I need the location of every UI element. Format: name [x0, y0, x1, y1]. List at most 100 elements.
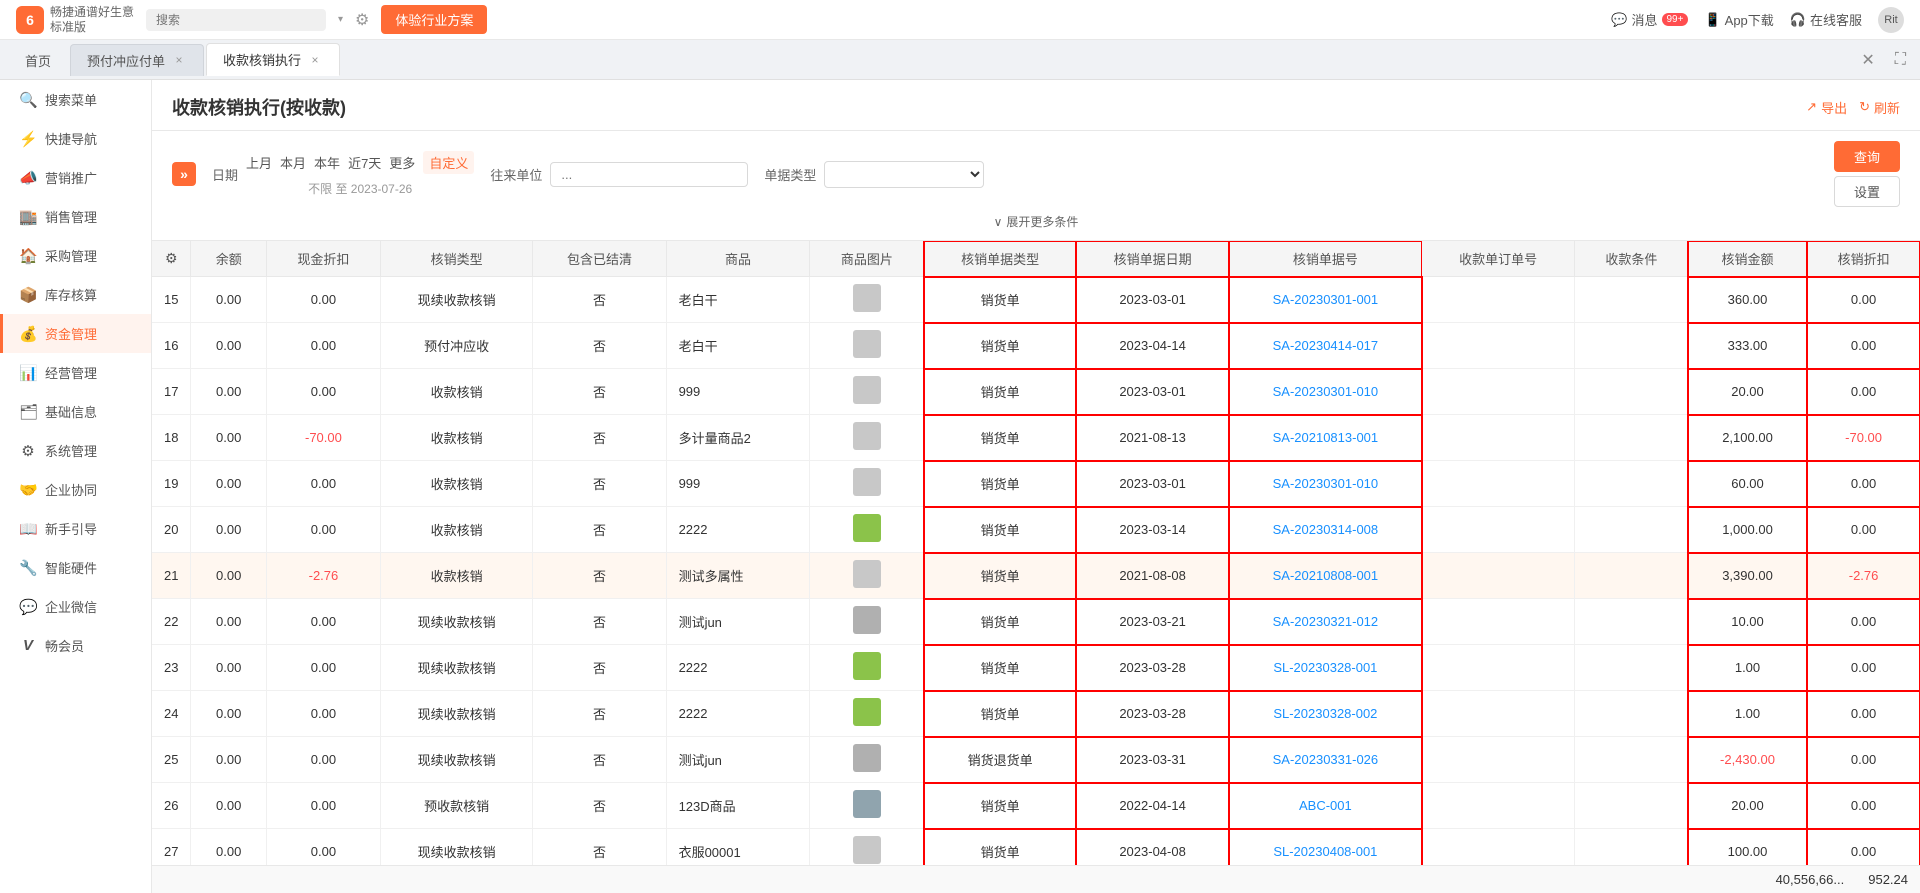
td-cancel-date: 2023-03-21	[1076, 599, 1228, 645]
td-cancel-no[interactable]: ABC-001	[1229, 783, 1422, 829]
tab-prepay[interactable]: 预付冲应付单 ×	[70, 44, 204, 76]
tab-close-all-button[interactable]: ✕	[1855, 48, 1880, 72]
td-cancel-date: 2023-04-14	[1076, 323, 1228, 369]
sidebar-item-system[interactable]: ⚙ 系统管理	[0, 431, 151, 470]
sidebar-item-quick-nav[interactable]: ⚡ 快捷导航	[0, 119, 151, 158]
sidebar-item-wechat[interactable]: 💬 企业微信	[0, 587, 151, 626]
td-cancel-no[interactable]: SA-20230414-017	[1229, 323, 1422, 369]
cancel-no-link[interactable]: SA-20230321-012	[1273, 614, 1379, 629]
td-row-num: 16	[152, 323, 191, 369]
sidebar-item-hardware[interactable]: 🔧 智能硬件	[0, 548, 151, 587]
sidebar-item-marketing[interactable]: 📣 营销推广	[0, 158, 151, 197]
cancel-no-link[interactable]: SA-20230331-026	[1273, 752, 1379, 767]
th-cancel-date: 核销单据日期	[1076, 241, 1228, 277]
td-cancel-no[interactable]: SL-20230328-002	[1229, 691, 1422, 737]
td-cancel-no[interactable]: SA-20230301-001	[1229, 277, 1422, 323]
user-avatar[interactable]: Rit	[1878, 7, 1904, 33]
td-cancel-voucher-type: 销货单	[924, 461, 1076, 507]
tab-home[interactable]: 首页	[8, 44, 68, 76]
date-custom[interactable]: 自定义	[423, 151, 474, 174]
cancel-no-link[interactable]: SA-20210813-001	[1273, 430, 1379, 445]
cancel-no-link[interactable]: SL-20230328-002	[1273, 706, 1377, 721]
td-cancel-no[interactable]: SA-20210808-001	[1229, 553, 1422, 599]
cancel-no-link[interactable]: SA-20230314-008	[1273, 522, 1379, 537]
th-settings[interactable]: ⚙	[152, 241, 191, 277]
td-cancel-amount: 20.00	[1688, 783, 1806, 829]
td-cancel-discount: 0.00	[1807, 323, 1920, 369]
sidebar-item-finance[interactable]: 💰 资金管理	[0, 314, 151, 353]
sidebar-item-inventory[interactable]: 📦 库存核算	[0, 275, 151, 314]
cancel-no-link[interactable]: SA-20210808-001	[1273, 568, 1379, 583]
td-include-settled: 否	[533, 277, 666, 323]
header-actions: ↗ 导出 ↻ 刷新	[1806, 98, 1900, 117]
cancel-no-link[interactable]: SA-20230414-017	[1273, 338, 1379, 353]
date-this-year[interactable]: 本年	[314, 153, 340, 172]
trial-industry-button[interactable]: 体验行业方案	[381, 5, 487, 34]
sidebar-item-basic[interactable]: 🗂 基础信息	[0, 392, 151, 431]
expand-more-conditions-button[interactable]: ∨ 展开更多条件	[994, 213, 1079, 230]
td-include-settled: 否	[533, 553, 666, 599]
td-cancel-discount: 0.00	[1807, 507, 1920, 553]
sidebar-item-purchase[interactable]: 🏠 采购管理	[0, 236, 151, 275]
prepay-tab-label: 预付冲应付单	[87, 51, 165, 70]
cancel-no-link[interactable]: ABC-001	[1299, 798, 1352, 813]
refresh-button[interactable]: ↻ 刷新	[1859, 98, 1900, 117]
product-image-thumb	[853, 422, 881, 450]
td-receipt-condition	[1574, 461, 1688, 507]
date-more[interactable]: 更多	[389, 153, 415, 172]
tab-receipts[interactable]: 收款核销执行 ×	[206, 43, 340, 76]
column-settings-icon[interactable]: ⚙	[165, 250, 178, 266]
receipts-tab-close-icon[interactable]: ×	[307, 52, 323, 68]
cancel-no-link[interactable]: SL-20230328-001	[1273, 660, 1377, 675]
date-7days[interactable]: 近7天	[348, 153, 381, 172]
date-last-month[interactable]: 上月	[246, 153, 272, 172]
product-image-thumb	[853, 468, 881, 496]
td-cancel-no[interactable]: SL-20230408-001	[1229, 829, 1422, 866]
td-receipt-condition	[1574, 783, 1688, 829]
sidebar-item-member[interactable]: V 畅会员	[0, 626, 151, 665]
voucher-type-select[interactable]	[824, 161, 984, 188]
query-button[interactable]: 查询	[1834, 141, 1900, 172]
app-download-icon: 📱	[1704, 12, 1720, 28]
sidebar-item-business[interactable]: 📊 经营管理	[0, 353, 151, 392]
td-cancel-no[interactable]: SL-20230328-001	[1229, 645, 1422, 691]
td-product-image	[810, 277, 924, 323]
td-cancel-no[interactable]: SA-20230301-010	[1229, 461, 1422, 507]
app-download-item[interactable]: 📱 App下载	[1704, 10, 1773, 29]
td-cancel-no[interactable]: SA-20210813-001	[1229, 415, 1422, 461]
global-search-input[interactable]	[146, 9, 326, 31]
export-button[interactable]: ↗ 导出	[1806, 98, 1847, 117]
message-icon-item[interactable]: 💬 消息 99+	[1611, 10, 1688, 29]
sidebar-item-enterprise[interactable]: 🤝 企业协同	[0, 470, 151, 509]
filter-setting-button[interactable]: 设置	[1834, 176, 1900, 207]
cancel-no-link[interactable]: SL-20230408-001	[1273, 844, 1377, 859]
td-cash-discount: -2.76	[266, 553, 380, 599]
date-filter-options: 上月 本月 本年 近7天 更多 自定义 不限 至 2023-07-26	[246, 151, 474, 197]
cancel-no-link[interactable]: SA-20230301-010	[1273, 384, 1379, 399]
sidebar-item-search[interactable]: 🔍 搜索菜单	[0, 80, 151, 119]
td-cancel-no[interactable]: SA-20230301-010	[1229, 369, 1422, 415]
product-image-thumb	[853, 790, 881, 818]
sidebar-item-sales[interactable]: 🏬 销售管理	[0, 197, 151, 236]
td-cancel-no[interactable]: SA-20230321-012	[1229, 599, 1422, 645]
td-cancel-no[interactable]: SA-20230314-008	[1229, 507, 1422, 553]
td-receipt-condition	[1574, 553, 1688, 599]
cancel-no-link[interactable]: SA-20230301-010	[1273, 476, 1379, 491]
prepay-tab-close-icon[interactable]: ×	[171, 52, 187, 68]
td-cancel-no[interactable]: SA-20230331-026	[1229, 737, 1422, 783]
td-row-num: 17	[152, 369, 191, 415]
table-header-row: ⚙ 余额 现金折扣 核销类型 包含已结清 商品 商品图片 核销单据类型 核销单据…	[152, 241, 1920, 277]
filter-expand-button[interactable]: »	[172, 162, 196, 186]
message-badge: 99+	[1662, 13, 1689, 26]
sidebar-item-guide[interactable]: 📖 新手引导	[0, 509, 151, 548]
tab-expand-button[interactable]: ⛶	[1889, 49, 1912, 71]
td-include-settled: 否	[533, 369, 666, 415]
td-receipt-order-no	[1422, 461, 1574, 507]
online-service-item[interactable]: 🎧 在线客服	[1790, 10, 1862, 29]
td-receipt-order-no	[1422, 645, 1574, 691]
td-receipt-condition	[1574, 415, 1688, 461]
counterpart-input[interactable]	[550, 162, 748, 187]
cancel-no-link[interactable]: SA-20230301-001	[1273, 292, 1379, 307]
settings-gear-icon[interactable]: ⚙	[355, 10, 369, 30]
date-this-month[interactable]: 本月	[280, 153, 306, 172]
